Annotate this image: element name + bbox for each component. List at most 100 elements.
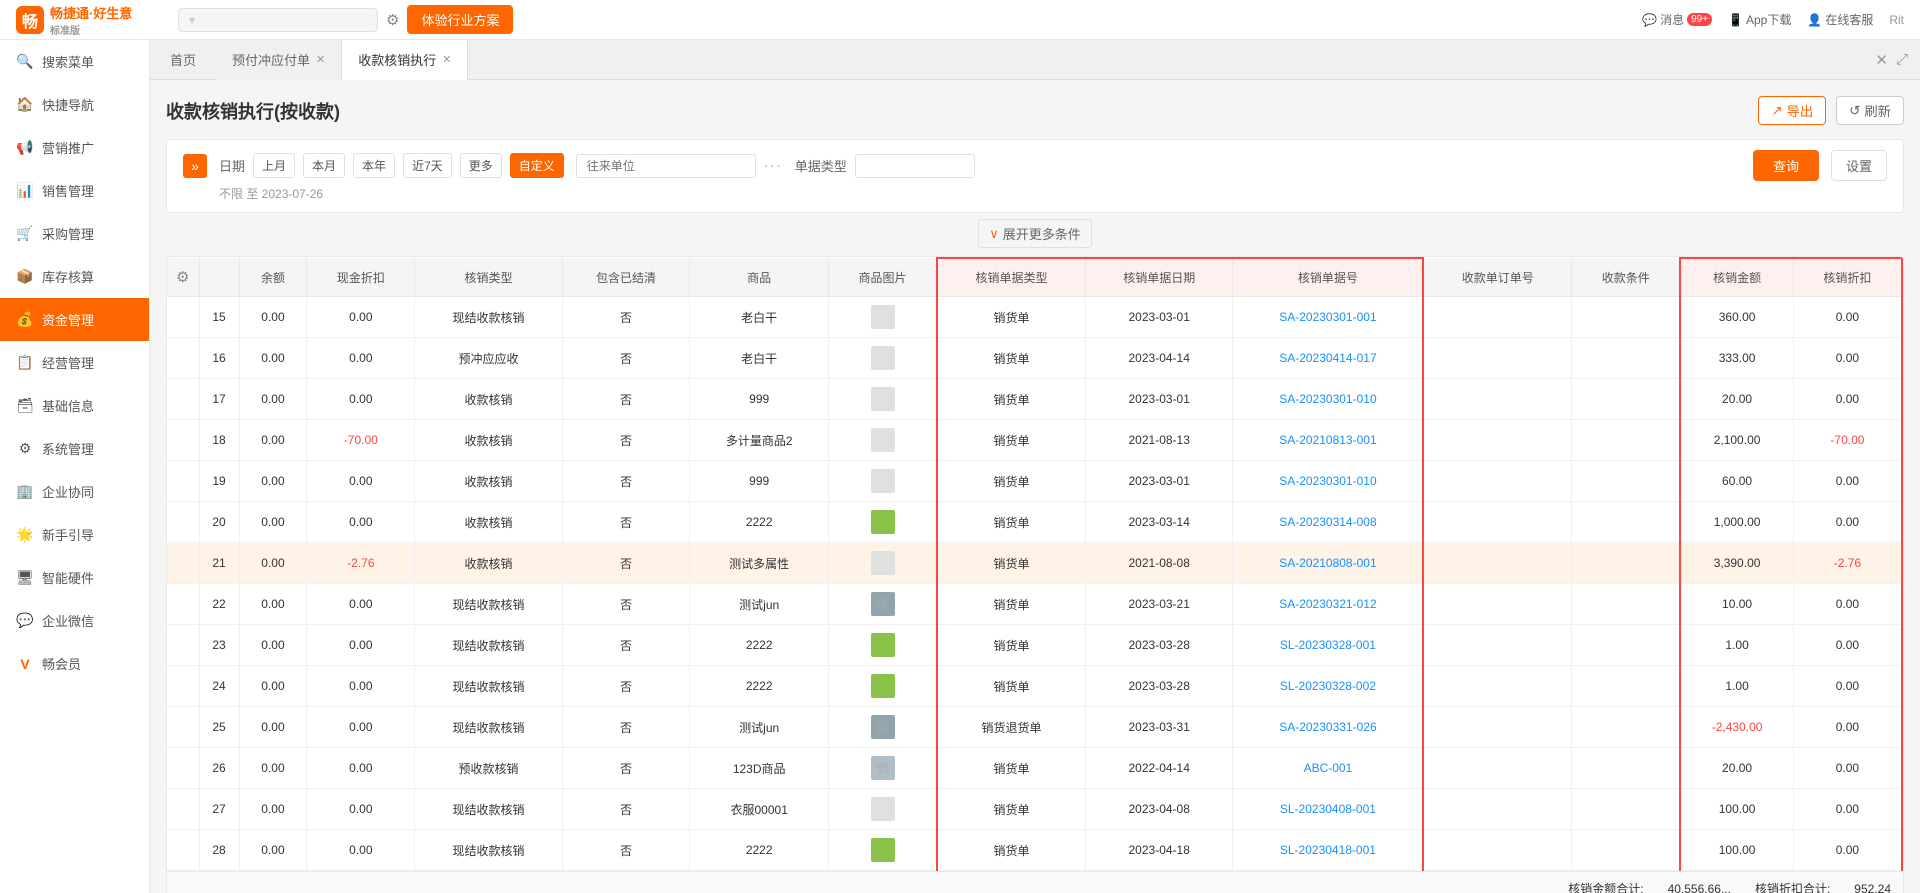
table-row: 270.000.00现结收款核销否衣服00001销货单2023-04-08SL-… <box>167 789 1902 830</box>
table-cell: 否 <box>562 625 690 666</box>
table-cell: 1,000.00 <box>1680 502 1793 543</box>
table-cell: 2023-04-14 <box>1085 338 1233 379</box>
product-thumbnail: 🖼 <box>871 592 895 616</box>
table-cell: 2023-04-08 <box>1085 789 1233 830</box>
table-cell: 0.00 <box>1793 625 1902 666</box>
sidebar-label-base: 基础信息 <box>42 396 94 415</box>
table-cell: 1.00 <box>1680 625 1793 666</box>
sidebar-item-wechat[interactable]: 💬 企业微信 <box>0 599 149 642</box>
doc-no-link[interactable]: SA-20230301-001 <box>1279 310 1376 324</box>
search-icon: 🔍 <box>16 53 34 71</box>
sidebar-label-wechat: 企业微信 <box>42 611 94 630</box>
table-cell: 0.00 <box>239 748 307 789</box>
table-cell: 衣服00001 <box>690 789 829 830</box>
table-cell: 360.00 <box>1680 297 1793 338</box>
filter-expand-icon[interactable]: » <box>183 154 207 178</box>
doc-no-link[interactable]: SL-20230408-001 <box>1280 802 1376 816</box>
refresh-button[interactable]: ↺ 刷新 <box>1836 96 1904 125</box>
btn-more-date[interactable]: 更多 <box>460 153 502 178</box>
table-cell: 17 <box>199 379 239 420</box>
doc-no-link[interactable]: SL-20230328-001 <box>1280 638 1376 652</box>
th-doc-date: 核销单据日期 <box>1085 258 1233 297</box>
sidebar-item-system[interactable]: ⚙ 系统管理 <box>0 427 149 470</box>
product-thumbnail <box>871 551 895 575</box>
table-cell: 0.00 <box>307 584 415 625</box>
tab-prepay[interactable]: 预付冲应付单 ✕ <box>216 40 342 80</box>
sidebar-item-member[interactable]: V 畅会员 <box>0 642 149 685</box>
doc-no-link[interactable]: SA-20210813-001 <box>1279 433 1376 447</box>
online-service-btn[interactable]: 👤 在线客服 <box>1807 11 1873 28</box>
messages-btn[interactable]: 💬 消息 99+ <box>1642 11 1712 28</box>
table-cell: 测试jun <box>690 584 829 625</box>
table-cell: 0.00 <box>239 707 307 748</box>
doc-no-link[interactable]: SA-20230321-012 <box>1279 597 1376 611</box>
settings-button[interactable]: 设置 <box>1831 150 1887 181</box>
table-cell: 0.00 <box>239 789 307 830</box>
doc-no-link[interactable]: SA-20230314-008 <box>1279 515 1376 529</box>
tab-bar-right: ✕ ⤢ <box>1875 51 1920 69</box>
app-download-btn[interactable]: 📱 App下载 <box>1728 11 1791 28</box>
table-cell: -2,430.00 <box>1680 707 1793 748</box>
doc-no-link[interactable]: SA-20230414-017 <box>1279 351 1376 365</box>
hardware-icon: 🖥 <box>16 569 34 587</box>
product-image-cell <box>829 461 938 502</box>
doc-type-select[interactable] <box>855 154 975 178</box>
column-settings-icon[interactable]: ⚙ <box>176 269 189 286</box>
sidebar-item-marketing[interactable]: 📢 营销推广 <box>0 126 149 169</box>
expand-conditions-btn[interactable]: ∨ 展开更多条件 <box>978 219 1092 248</box>
table-cell: 销货单 <box>937 789 1085 830</box>
sidebar-item-inventory[interactable]: 📦 库存核算 <box>0 255 149 298</box>
sidebar-item-sales[interactable]: 📊 销售管理 <box>0 169 149 212</box>
sidebar-item-enterprise[interactable]: 🏢 企业协同 <box>0 470 149 513</box>
product-thumbnail <box>871 387 895 411</box>
top-bar: 畅 畅捷通·好生意 标准版 ▾ ⚙ 体验行业方案 💬 消息 99+ 📱 App下… <box>0 0 1920 40</box>
sales-icon: 📊 <box>16 182 34 200</box>
tab-close-all[interactable]: ✕ <box>1875 51 1888 69</box>
table-cell: 0.00 <box>307 297 415 338</box>
sidebar-item-finance[interactable]: 💰 资金管理 <box>0 298 149 341</box>
sidebar-item-shortcut[interactable]: 🏠 快捷导航 <box>0 83 149 126</box>
industry-btn[interactable]: 体验行业方案 <box>407 5 513 34</box>
tab-collection[interactable]: 收款核销执行 ✕ <box>342 40 468 80</box>
table-cell: 10.00 <box>1680 584 1793 625</box>
doc-no-link[interactable]: SA-20230301-010 <box>1279 392 1376 406</box>
sidebar-item-guide[interactable]: 🌟 新手引导 <box>0 513 149 556</box>
btn-this-month[interactable]: 本月 <box>303 153 345 178</box>
table-cell: 0.00 <box>307 789 415 830</box>
sidebar-item-base[interactable]: 🗃 基础信息 <box>0 384 149 427</box>
tab-collection-close[interactable]: ✕ <box>442 53 451 66</box>
sidebar-item-operations[interactable]: 📋 经营管理 <box>0 341 149 384</box>
table-cell: 2023-03-31 <box>1085 707 1233 748</box>
btn-last-month[interactable]: 上月 <box>253 153 295 178</box>
row-action-icon <box>167 461 199 502</box>
btn-last-7-days[interactable]: 近7天 <box>403 153 452 178</box>
sidebar-item-purchase[interactable]: 🛒 采购管理 <box>0 212 149 255</box>
table-cell <box>1423 625 1571 666</box>
tab-home[interactable]: 首页 <box>150 40 216 80</box>
export-button[interactable]: ↗ 导出 <box>1758 96 1826 125</box>
company-input[interactable] <box>576 154 756 178</box>
table-cell: 销货单 <box>937 379 1085 420</box>
doc-no-link[interactable]: SL-20230328-002 <box>1280 679 1376 693</box>
table-cell: 收款核销 <box>415 379 563 420</box>
doc-no-link[interactable]: ABC-001 <box>1304 761 1353 775</box>
tab-prepay-close[interactable]: ✕ <box>316 53 325 66</box>
doc-no-link[interactable]: SA-20230331-026 <box>1279 720 1376 734</box>
date-range-text: 不限 至 2023-07-26 <box>219 187 323 201</box>
tab-expand[interactable]: ⤢ <box>1896 51 1908 68</box>
table-cell: -70.00 <box>1793 420 1902 461</box>
doc-no-link[interactable]: SA-20230301-010 <box>1279 474 1376 488</box>
content-area: 首页 预付冲应付单 ✕ 收款核销执行 ✕ ✕ ⤢ 收款核销执行(按收款) <box>150 40 1920 893</box>
query-button[interactable]: 查询 <box>1753 150 1819 181</box>
table-cell: 23 <box>199 625 239 666</box>
filter-bar: » 日期 上月 本月 本年 近7天 更多 自定义 ··· <box>166 139 1904 213</box>
table-cell <box>1423 666 1571 707</box>
sidebar-item-hardware[interactable]: 🖥 智能硬件 <box>0 556 149 599</box>
table-row: 230.000.00现结收款核销否2222销货单2023-03-28SL-202… <box>167 625 1902 666</box>
sidebar-item-search[interactable]: 🔍 搜索菜单 <box>0 40 149 83</box>
settings-icon[interactable]: ⚙ <box>386 11 399 29</box>
doc-no-link[interactable]: SL-20230418-001 <box>1280 843 1376 857</box>
doc-no-link[interactable]: SA-20210808-001 <box>1279 556 1376 570</box>
btn-custom-date[interactable]: 自定义 <box>510 153 564 178</box>
btn-this-year[interactable]: 本年 <box>353 153 395 178</box>
